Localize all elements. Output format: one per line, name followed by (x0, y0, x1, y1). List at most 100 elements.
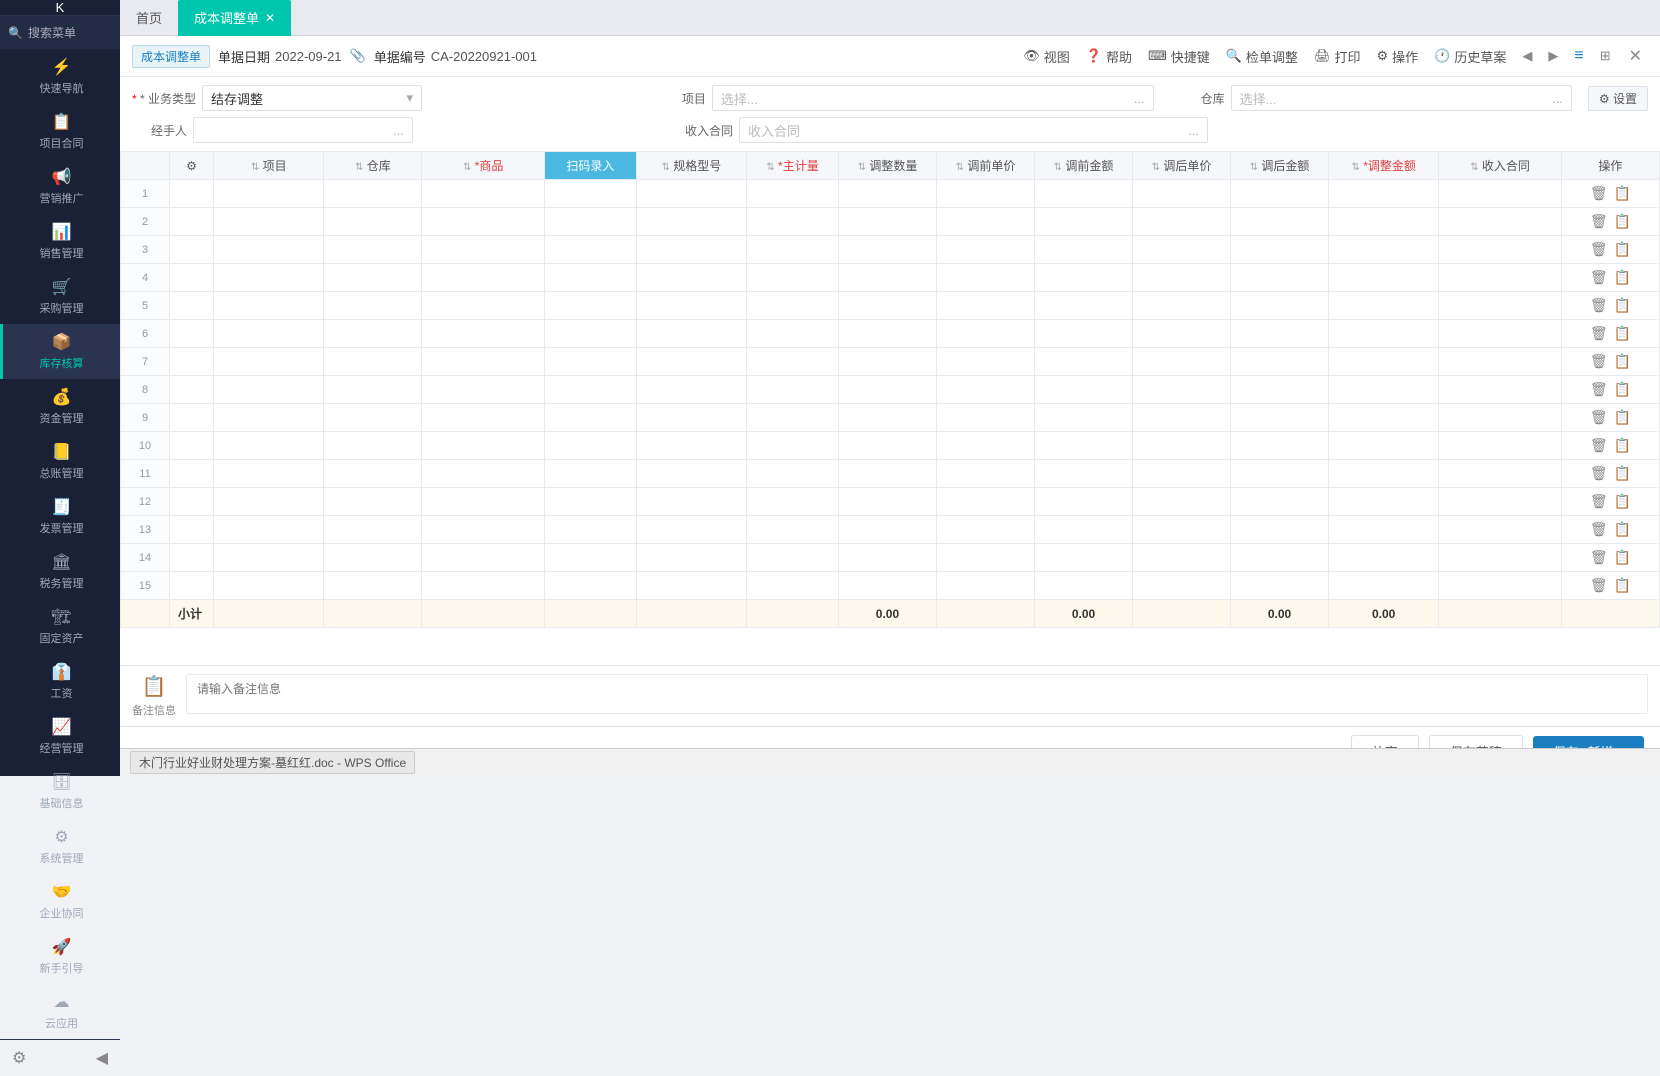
cell-adj_amount[interactable] (1329, 292, 1439, 320)
cell-scan[interactable] (544, 544, 636, 572)
cell-product[interactable] (422, 208, 545, 236)
cell-post_amount[interactable] (1231, 460, 1329, 488)
cell-settings[interactable] (170, 460, 214, 488)
cell-adj_amount[interactable] (1329, 320, 1439, 348)
cell-project[interactable] (214, 348, 324, 376)
cell-project[interactable] (214, 544, 324, 572)
delete-btn[interactable]: 🗑 (1587, 548, 1611, 567)
cell-post_price[interactable] (1133, 292, 1231, 320)
cell-spec[interactable] (636, 460, 746, 488)
cell-post_price[interactable] (1133, 404, 1231, 432)
cell-settings[interactable] (170, 236, 214, 264)
sidebar-item-tax-mgmt[interactable]: 🏛税务管理 (0, 544, 120, 599)
cell-spec[interactable] (636, 180, 746, 208)
cell-adj_qty[interactable] (838, 376, 936, 404)
cell-spec[interactable] (636, 572, 746, 600)
cell-warehouse[interactable] (324, 348, 422, 376)
cell-adj_amount[interactable] (1329, 404, 1439, 432)
cell-adj_qty[interactable] (838, 208, 936, 236)
settings-icon[interactable]: ⚙ (12, 1048, 26, 1068)
cell-project[interactable] (214, 320, 324, 348)
cell-adj_qty[interactable] (838, 488, 936, 516)
cell-scan[interactable] (544, 236, 636, 264)
cell-spec[interactable] (636, 432, 746, 460)
copy-btn[interactable]: 📋 (1611, 324, 1634, 343)
cell-income_contract[interactable] (1439, 348, 1562, 376)
cell-unit[interactable] (747, 348, 839, 376)
toolbar-action-ops[interactable]: ⚙操作 (1372, 45, 1422, 68)
copy-btn[interactable]: 📋 (1611, 296, 1634, 315)
cell-product[interactable] (422, 180, 545, 208)
cell-unit[interactable] (747, 292, 839, 320)
cell-post_amount[interactable] (1231, 236, 1329, 264)
cell-settings[interactable] (170, 432, 214, 460)
cell-adj_qty[interactable] (838, 348, 936, 376)
cell-adj_amount[interactable] (1329, 544, 1439, 572)
cell-product[interactable] (422, 320, 545, 348)
delete-btn[interactable]: 🗑 (1587, 464, 1611, 483)
col-header-settings[interactable]: ⚙ (170, 152, 214, 180)
sidebar-item-sales-mgmt[interactable]: 📊销售管理 (0, 214, 120, 269)
cell-income_contract[interactable] (1439, 180, 1562, 208)
cell-pre_amount[interactable] (1035, 320, 1133, 348)
cell-pre_amount[interactable] (1035, 488, 1133, 516)
cell-adj_qty[interactable] (838, 572, 936, 600)
cell-warehouse[interactable] (324, 376, 422, 404)
sidebar-item-new-guide[interactable]: 🚀新手引导 (0, 929, 120, 984)
delete-btn[interactable]: 🗑 (1587, 296, 1611, 315)
delete-btn[interactable]: 🗑 (1587, 184, 1611, 203)
cell-spec[interactable] (636, 236, 746, 264)
cell-scan[interactable] (544, 432, 636, 460)
sidebar-item-fund-mgmt[interactable]: 💰资金管理 (0, 379, 120, 434)
toolbar-action-help[interactable]: ❓帮助 (1082, 45, 1136, 68)
cell-post_price[interactable] (1133, 572, 1231, 600)
cell-pre_price[interactable] (936, 264, 1034, 292)
cell-scan[interactable] (544, 404, 636, 432)
sidebar-item-inventory-calc[interactable]: 📦库存核算 (0, 324, 120, 379)
cell-project[interactable] (214, 516, 324, 544)
cell-scan[interactable] (544, 376, 636, 404)
cell-scan[interactable] (544, 348, 636, 376)
cell-warehouse[interactable] (324, 544, 422, 572)
cell-project[interactable] (214, 292, 324, 320)
cell-adj_qty[interactable] (838, 404, 936, 432)
cell-pre_price[interactable] (936, 236, 1034, 264)
cell-pre_price[interactable] (936, 572, 1034, 600)
cell-adj_qty[interactable] (838, 236, 936, 264)
cell-project[interactable] (214, 432, 324, 460)
cell-pre_amount[interactable] (1035, 376, 1133, 404)
cell-warehouse[interactable] (324, 292, 422, 320)
cell-pre_amount[interactable] (1035, 208, 1133, 236)
cell-unit[interactable] (747, 320, 839, 348)
delete-btn[interactable]: 🗑 (1587, 520, 1611, 539)
toolbar-action-view[interactable]: 👁视图 (1019, 45, 1074, 68)
cell-unit[interactable] (747, 488, 839, 516)
sidebar-item-sys-mgmt[interactable]: ⚙系统管理 (0, 819, 120, 874)
delete-btn[interactable]: 🗑 (1587, 380, 1611, 399)
cell-scan[interactable] (544, 516, 636, 544)
cell-adj_amount[interactable] (1329, 264, 1439, 292)
delete-btn[interactable]: 🗑 (1587, 268, 1611, 287)
sidebar-item-ledger-mgmt[interactable]: 📒总账管理 (0, 434, 120, 489)
cell-project[interactable] (214, 376, 324, 404)
cell-adj_amount[interactable] (1329, 180, 1439, 208)
copy-btn[interactable]: 📋 (1611, 380, 1634, 399)
cell-pre_amount[interactable] (1035, 180, 1133, 208)
cell-adj_qty[interactable] (838, 544, 936, 572)
cell-spec[interactable] (636, 516, 746, 544)
cell-income_contract[interactable] (1439, 376, 1562, 404)
cell-post_amount[interactable] (1231, 320, 1329, 348)
cell-settings[interactable] (170, 320, 214, 348)
cell-post_price[interactable] (1133, 208, 1231, 236)
copy-btn[interactable]: 📋 (1611, 240, 1634, 259)
income-contract-input[interactable]: 收入合同 ... (739, 117, 1208, 143)
cell-pre_price[interactable] (936, 460, 1034, 488)
cell-post_amount[interactable] (1231, 348, 1329, 376)
notes-input[interactable] (186, 674, 1648, 714)
cell-scan[interactable] (544, 264, 636, 292)
settings-button[interactable]: ⚙ 设置 (1588, 86, 1648, 111)
business-type-input[interactable]: 结存调整 ▾ (202, 85, 422, 111)
cell-post_price[interactable] (1133, 348, 1231, 376)
cell-adj_qty[interactable] (838, 180, 936, 208)
project-input[interactable]: 选择... ... (712, 85, 1154, 111)
